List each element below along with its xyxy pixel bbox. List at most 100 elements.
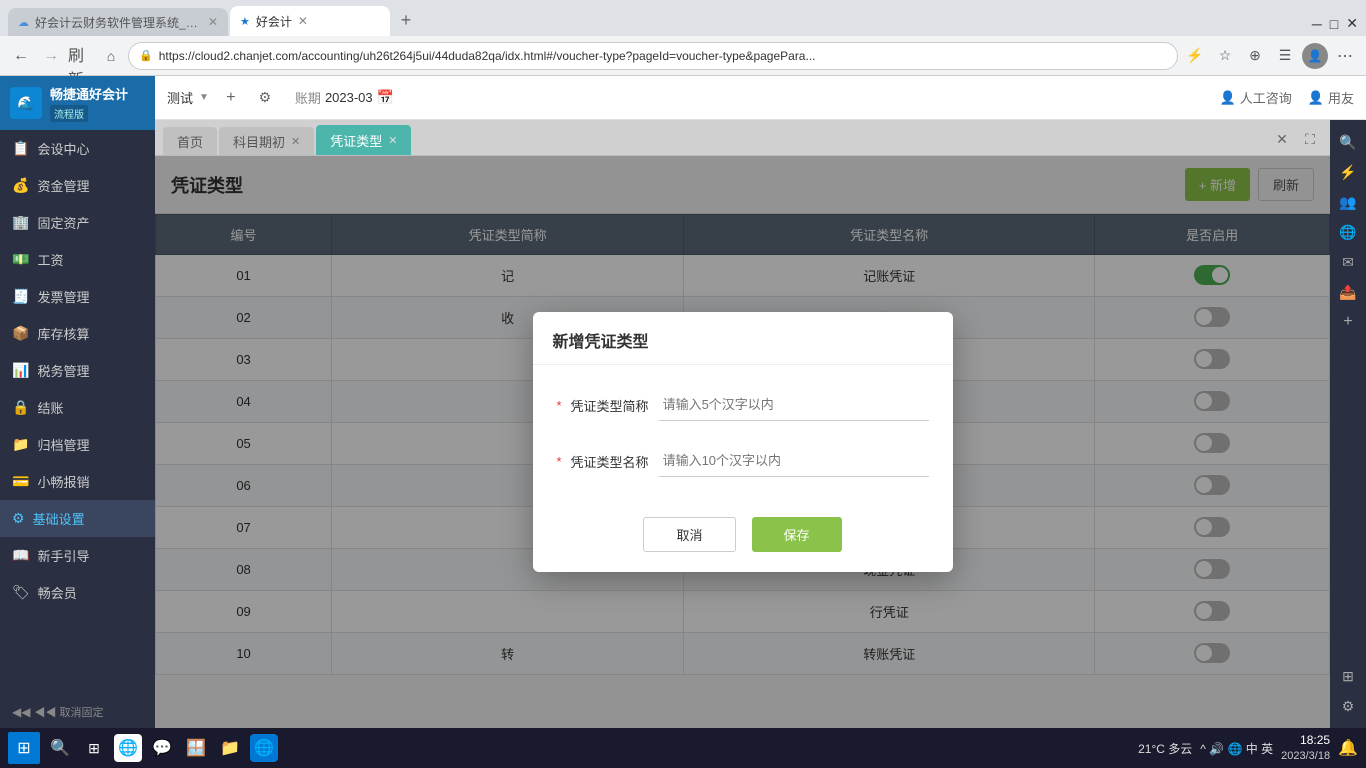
sidebar-item-label: 畅会员 (38, 583, 77, 602)
sidebar-item-payroll[interactable]: 💵 工资 (0, 241, 155, 278)
tab-bar: 首页 科目期初 ✕ 凭证类型 ✕ ✕ ⛶ (155, 120, 1330, 156)
cancel-button[interactable]: 取消 (643, 517, 735, 552)
sidebar: 🌊 畅捷通好会计 流程版 📋 会设中心 💰 资金管理 🏢 固定资产 💵 工资 🧾… (0, 76, 155, 728)
modal-body: * 凭证类型简称 * 凭证类型名称 (533, 365, 953, 501)
user-label: 用友 (1328, 88, 1354, 107)
logo-sub: 流程版 (50, 105, 88, 122)
close-btn[interactable]: ✕ (1346, 15, 1358, 32)
taskbar-search-btn[interactable]: 🔍 (46, 734, 74, 762)
tab-subject-label: 科目期初 (233, 132, 285, 151)
sidebar-item-settings[interactable]: ⚙ 基础设置 (0, 500, 155, 537)
windows-icon: ⊞ (17, 738, 30, 758)
tab-voucher-type[interactable]: 凭证类型 ✕ (316, 125, 411, 155)
minimize-btn[interactable]: ─ (1312, 16, 1322, 32)
sidebar-item-expense[interactable]: 💳 小畅报销 (0, 463, 155, 500)
sidebar-item-archive[interactable]: 📁 归档管理 (0, 426, 155, 463)
taskbar-chat-btn[interactable]: 💬 (148, 734, 176, 762)
dashboard-icon: 📋 (12, 140, 29, 157)
sidebar-item-label: 结账 (37, 398, 63, 417)
maximize-btn[interactable]: □ (1330, 16, 1338, 32)
sidebar-item-dashboard[interactable]: 📋 会设中心 (0, 130, 155, 167)
right-btn-add[interactable]: + (1334, 308, 1362, 336)
right-btn-gear[interactable]: ⚙ (1334, 692, 1362, 720)
taskbar-notification-btn[interactable]: 🔔 (1338, 738, 1358, 758)
cancel-fixed-label: ◀◀ 取消固定 (34, 704, 103, 720)
home-btn[interactable]: ⌂ (98, 43, 124, 69)
profile-btn[interactable]: 👤 (1302, 43, 1328, 69)
form-input-name[interactable] (659, 445, 929, 477)
right-btn-globe[interactable]: 🌐 (1334, 218, 1362, 246)
browser-tab-active[interactable]: ★ 好会计 ✕ (230, 6, 390, 36)
back-btn[interactable]: ← (8, 43, 34, 69)
add-workspace-btn[interactable]: + (219, 86, 243, 110)
form-required-name: * (557, 454, 562, 469)
right-btn-grid[interactable]: ⊞ (1334, 662, 1362, 690)
favorites-btn[interactable]: ☆ (1212, 43, 1238, 69)
lock-icon: 🔒 (139, 49, 153, 62)
consult-label: 人工咨询 (1240, 88, 1292, 107)
workspace-selector[interactable]: 测试 ▼ (167, 88, 209, 107)
taskbar-edge-btn[interactable]: 🌐 (250, 734, 278, 762)
right-btn-share[interactable]: 📤 (1334, 278, 1362, 306)
right-btn-users[interactable]: 👥 (1334, 188, 1362, 216)
sidebar-item-invoice[interactable]: 🧾 发票管理 (0, 278, 155, 315)
start-btn[interactable]: ⊞ (8, 732, 40, 764)
tab-close-1[interactable]: ✕ (208, 15, 218, 29)
modal-header: 新增凭证类型 (533, 312, 953, 365)
taskbar-apps-btn[interactable]: 🪟 (182, 734, 210, 762)
topbar: 测试 ▼ + ⚙ 账期 2023-03 📅 👤 人工咨询 👤 用友 (155, 76, 1366, 120)
member-icon: 🏷 (12, 584, 30, 601)
sidebar-item-label: 会设中心 (37, 139, 89, 158)
sidebar-item-label: 基础设置 (33, 509, 85, 528)
tab-expand-btn[interactable]: ⛶ (1298, 127, 1322, 151)
consult-btn[interactable]: 👤 人工咨询 (1220, 88, 1292, 107)
tab-home[interactable]: 首页 (163, 127, 217, 155)
collections-btn[interactable]: ☰ (1272, 43, 1298, 69)
sidebar-item-inventory[interactable]: 📦 库存核算 (0, 315, 155, 352)
tab-voucher-close[interactable]: ✕ (388, 134, 397, 147)
page-area: 凭证类型 + 新增 刷新 编号 凭证类型简称 (155, 156, 1330, 728)
address-bar: ← → ↺ 刷新 ⌂ 🔒 https://cloud2.chanjet.com/… (0, 36, 1366, 76)
sidebar-item-guide[interactable]: 📖 新手引导 (0, 537, 155, 574)
settings-gear-btn[interactable]: ⚙ (253, 86, 277, 110)
refresh-btn[interactable]: ↺ 刷新 (68, 43, 94, 69)
taskbar-sys-tray[interactable]: ^ 🔊 🌐 中 英 (1200, 740, 1273, 757)
sidebar-item-checkout[interactable]: 🔒 结账 (0, 389, 155, 426)
right-btn-mail[interactable]: ✉ (1334, 248, 1362, 276)
split-btn[interactable]: ⊕ (1242, 43, 1268, 69)
form-input-abbr[interactable] (659, 389, 929, 421)
taskbar-browser-btn[interactable]: 🌐 (114, 734, 142, 762)
calendar-icon[interactable]: 📅 (377, 89, 394, 106)
logo-text: 畅捷通好会计 (50, 84, 128, 103)
taskbar-view-btn[interactable]: ⊞ (80, 734, 108, 762)
archive-icon: 📁 (12, 436, 29, 453)
sidebar-item-tax[interactable]: 📊 税务管理 (0, 352, 155, 389)
user-icon: 👤 (1308, 90, 1324, 106)
forward-btn[interactable]: → (38, 43, 64, 69)
taskbar-time-date: 18:25 2023/3/18 (1281, 732, 1330, 764)
browser-chrome: ☁ 好会计云财务软件管理系统_会计 ✕ ★ 好会计 ✕ + ─ □ ✕ (0, 0, 1366, 36)
tab-subject-close[interactable]: ✕ (291, 135, 300, 148)
sidebar-item-fixed-assets[interactable]: 🏢 固定资产 (0, 204, 155, 241)
sidebar-item-member[interactable]: 🏷 畅会员 (0, 574, 155, 611)
tab-close-all-btn[interactable]: ✕ (1270, 127, 1294, 151)
tab-subject[interactable]: 科目期初 ✕ (219, 127, 314, 155)
extensions-btn[interactable]: ⚡ (1182, 43, 1208, 69)
browser-tab-inactive[interactable]: ☁ 好会计云财务软件管理系统_会计 ✕ (8, 8, 228, 36)
modal: 新增凭证类型 * 凭证类型简称 * 凭证类型名称 (533, 312, 953, 572)
topbar-right: 👤 人工咨询 👤 用友 (1220, 88, 1354, 107)
taskbar-files-btn[interactable]: 📁 (216, 734, 244, 762)
save-button[interactable]: 保存 (752, 517, 842, 552)
tab-close-2[interactable]: ✕ (298, 14, 308, 28)
cancel-fixed-btn[interactable]: ◀◀ ◀◀ 取消固定 (0, 696, 155, 728)
taskbar-time: 18:25 (1281, 732, 1330, 749)
url-bar[interactable]: 🔒 https://cloud2.chanjet.com/accounting/… (128, 42, 1178, 70)
sidebar-item-finance[interactable]: 💰 资金管理 (0, 167, 155, 204)
user-btn[interactable]: 👤 用友 (1308, 88, 1354, 107)
more-btn[interactable]: ⋯ (1332, 43, 1358, 69)
form-row-name: * 凭证类型名称 (557, 445, 929, 477)
form-label-abbr: 凭证类型简称 (564, 396, 649, 415)
right-btn-search[interactable]: 🔍 (1334, 128, 1362, 156)
new-tab-btn[interactable]: + (392, 6, 420, 34)
right-btn-lightning[interactable]: ⚡ (1334, 158, 1362, 186)
